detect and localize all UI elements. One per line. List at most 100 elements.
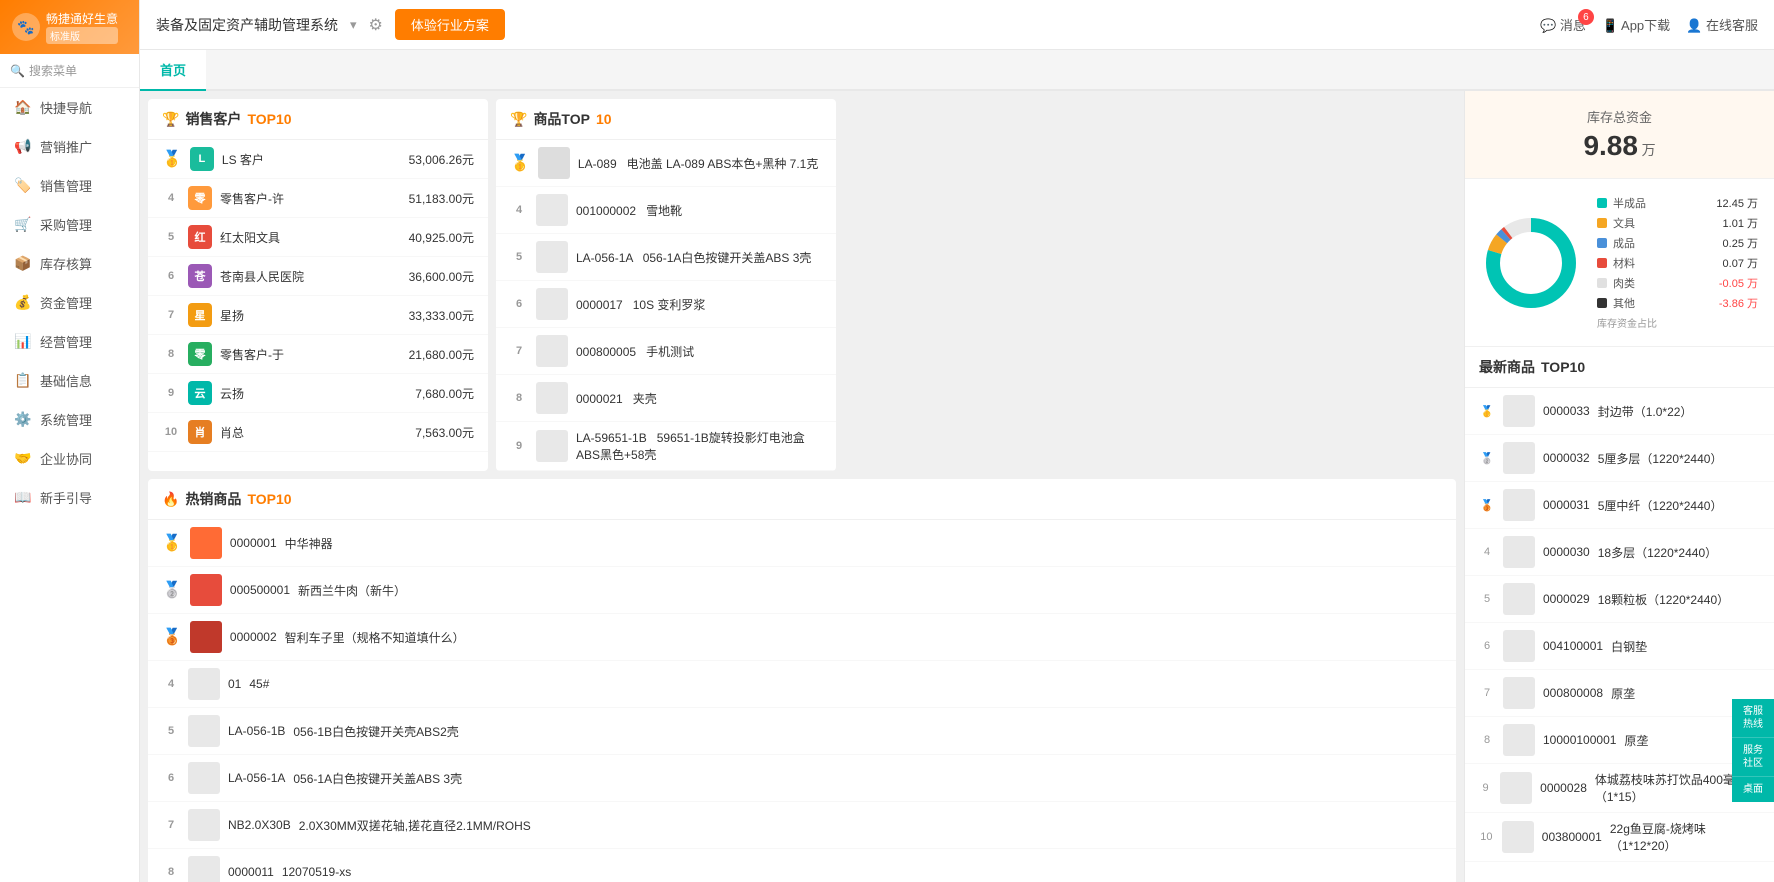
sidebar-search-area[interactable]: 🔍 搜索菜单 — [0, 54, 139, 88]
rank-number: 4 — [162, 189, 180, 207]
new-product-item: 10 003800001 22g鱼豆腐-烧烤味（1*12*20） — [1465, 813, 1774, 862]
product-image — [538, 147, 570, 179]
product-code: 0000031 — [1543, 498, 1590, 512]
product-name: 原垄 — [1611, 685, 1635, 702]
legend-item: 半成品 12.45 万 — [1597, 195, 1758, 211]
trophy-icon: 🏆 — [510, 111, 527, 128]
sidebar-item-system[interactable]: ⚙️ 系统管理 — [0, 400, 139, 439]
product-image — [1503, 442, 1535, 474]
product-code: 0000028 — [1540, 781, 1587, 795]
product-code: LA-056-1A — [228, 771, 285, 785]
chart-section: 半成品 12.45 万 文具 1.01 万 成品 0.25 万 — [1465, 179, 1774, 347]
sidebar-item-guide[interactable]: 📖 新手引导 — [0, 478, 139, 517]
product-info: 0000017 10S 变利罗浆 — [576, 296, 822, 313]
hot-product-item: 🥉 0000002 智利车子里（规格不知道填什么） — [148, 614, 1456, 661]
sidebar-item-basic[interactable]: 📋 基础信息 — [0, 361, 139, 400]
hot-products-header: 🔥 热销商品 TOP10 — [148, 479, 1456, 520]
product-image — [1503, 724, 1535, 756]
hot-product-item: 🥈 000500001 新西兰牛肉（新牛） — [148, 567, 1456, 614]
legend-value: 0.25 万 — [1723, 235, 1758, 251]
sidebar-item-label: 营销推广 — [40, 137, 92, 156]
customer-avatar: L — [190, 147, 214, 171]
new-top10-badge: TOP10 — [1541, 359, 1585, 375]
float-desk-button[interactable]: 桌面 — [1732, 777, 1774, 802]
topbar-right: 💬 消息 6 📱 App下载 👤 在线客服 — [1540, 15, 1758, 34]
sidebar-item-sales[interactable]: 🏷️ 销售管理 — [0, 166, 139, 205]
rank-number: 9 — [510, 437, 528, 455]
rank-item: 7 000800005 手机测试 — [496, 328, 836, 375]
product-image — [536, 335, 568, 367]
hot-product-item: 🥇 0000001 中华神器 — [148, 520, 1456, 567]
app-label: App下载 — [1621, 18, 1670, 33]
topbar-dropdown-icon[interactable]: ▾ — [350, 17, 357, 33]
legend-color — [1597, 218, 1607, 228]
product-rank-list: 🥇 LA-089 电池盖 LA-089 ABS本色+黑种 7.1克 4 0010… — [496, 140, 836, 471]
rank-number: 5 — [1479, 593, 1495, 605]
sales-rank-title: 销售客户 — [185, 109, 241, 129]
product-image — [1503, 395, 1535, 427]
system-icon: ⚙️ — [14, 411, 32, 429]
rank-item: 9 LA-59651-1B 59651-1B旋转投影灯电池盒ABS黑色+58壳 — [496, 422, 836, 471]
phone-icon: 📱 — [1602, 18, 1618, 33]
sidebar-item-inventory[interactable]: 📦 库存核算 — [0, 244, 139, 283]
sidebar-item-quicknav[interactable]: 🏠 快捷导航 — [0, 88, 139, 127]
sales-rank-header: 🏆 销售客户 TOP10 — [148, 99, 488, 140]
legend-value: 12.45 万 — [1716, 195, 1758, 211]
new-product-item: 🥈 0000032 5厘多层（1220*2440） — [1465, 435, 1774, 482]
sidebar-search-btn[interactable]: 🔍 搜索菜单 — [10, 62, 129, 79]
product-rank-header: 🏆 商品TOP 10 — [496, 99, 836, 140]
legend-color — [1597, 238, 1607, 248]
legend-color — [1597, 258, 1607, 268]
topbar-title: 装备及固定资产辅助管理系统 — [156, 15, 338, 35]
message-badge: 6 — [1578, 9, 1594, 25]
legend-color — [1597, 298, 1607, 308]
product-info: 001000002 雪地靴 — [576, 202, 822, 219]
product-name: 18多层（1220*2440） — [1598, 544, 1717, 561]
customer-amount: 7,563.00元 — [415, 424, 474, 441]
legend-color — [1597, 198, 1607, 208]
customer-avatar: 零 — [188, 186, 212, 210]
inventory-amount-row: 9.88 万 — [1481, 130, 1758, 162]
product-name: 封边带（1.0*22） — [1598, 403, 1693, 420]
message-button[interactable]: 💬 消息 6 — [1540, 15, 1586, 34]
customer-name: 苍南县人民医院 — [220, 268, 401, 285]
new-product-item: 6 004100001 白钢垫 — [1465, 623, 1774, 670]
float-community-button[interactable]: 服务社区 — [1732, 738, 1774, 777]
customer-name: LS 客户 — [222, 151, 401, 168]
sidebar-item-cooperation[interactable]: 🤝 企业协同 — [0, 439, 139, 478]
sidebar-item-operations[interactable]: 📊 经营管理 — [0, 322, 139, 361]
rank-number: 9 — [1479, 782, 1492, 794]
legend-name: 肉类 — [1613, 275, 1713, 291]
sidebar-item-label: 经营管理 — [40, 332, 92, 351]
legend-item: 成品 0.25 万 — [1597, 235, 1758, 251]
service-icon: 👤 — [1686, 18, 1702, 33]
topbar-settings-icon[interactable]: ⚙ — [369, 15, 383, 35]
rank-number: 4 — [1479, 546, 1495, 558]
service-button[interactable]: 👤 在线客服 — [1686, 15, 1758, 34]
product-image — [536, 430, 568, 462]
product-code: 0000002 — [230, 630, 277, 644]
legend-name: 其他 — [1613, 295, 1713, 311]
product-code: LA-056-1B — [228, 724, 285, 738]
new-product-item: 🥉 0000031 5厘中纤（1220*2440） — [1465, 482, 1774, 529]
float-service-button[interactable]: 客服热线 — [1732, 699, 1774, 738]
hot-product-item: 4 01 45# — [148, 661, 1456, 708]
tab-home[interactable]: 首页 — [140, 50, 206, 91]
legend-item: 肉类 -0.05 万 — [1597, 275, 1758, 291]
rank-number: 5 — [510, 248, 528, 266]
sidebar-item-finance[interactable]: 💰 资金管理 — [0, 283, 139, 322]
basic-icon: 📋 — [14, 372, 32, 390]
legend-value: 1.01 万 — [1723, 215, 1758, 231]
sales-rank-list: 🥇 L LS 客户 53,006.26元 4 零 零售客户-许 51,183.0… — [148, 140, 488, 452]
rank-item: 5 红 红太阳文具 40,925.00元 — [148, 218, 488, 257]
new-product-item: 4 0000030 18多层（1220*2440） — [1465, 529, 1774, 576]
sidebar-item-marketing[interactable]: 📢 营销推广 — [0, 127, 139, 166]
logo-icon: 🐾 — [12, 13, 40, 41]
hot-product-item: 5 LA-056-1B 056-1B白色按键开关壳ABS2壳 — [148, 708, 1456, 755]
product-rank-title: 商品TOP — [533, 109, 590, 129]
trial-button[interactable]: 体验行业方案 — [395, 9, 505, 40]
trophy-icon: 🏆 — [162, 111, 179, 128]
app-download-button[interactable]: 📱 App下载 — [1602, 15, 1670, 34]
main-panels: 🏆 销售客户 TOP10 🥇 L LS 客户 53,006.26元 4 — [140, 91, 1464, 479]
sidebar-item-purchase[interactable]: 🛒 采购管理 — [0, 205, 139, 244]
